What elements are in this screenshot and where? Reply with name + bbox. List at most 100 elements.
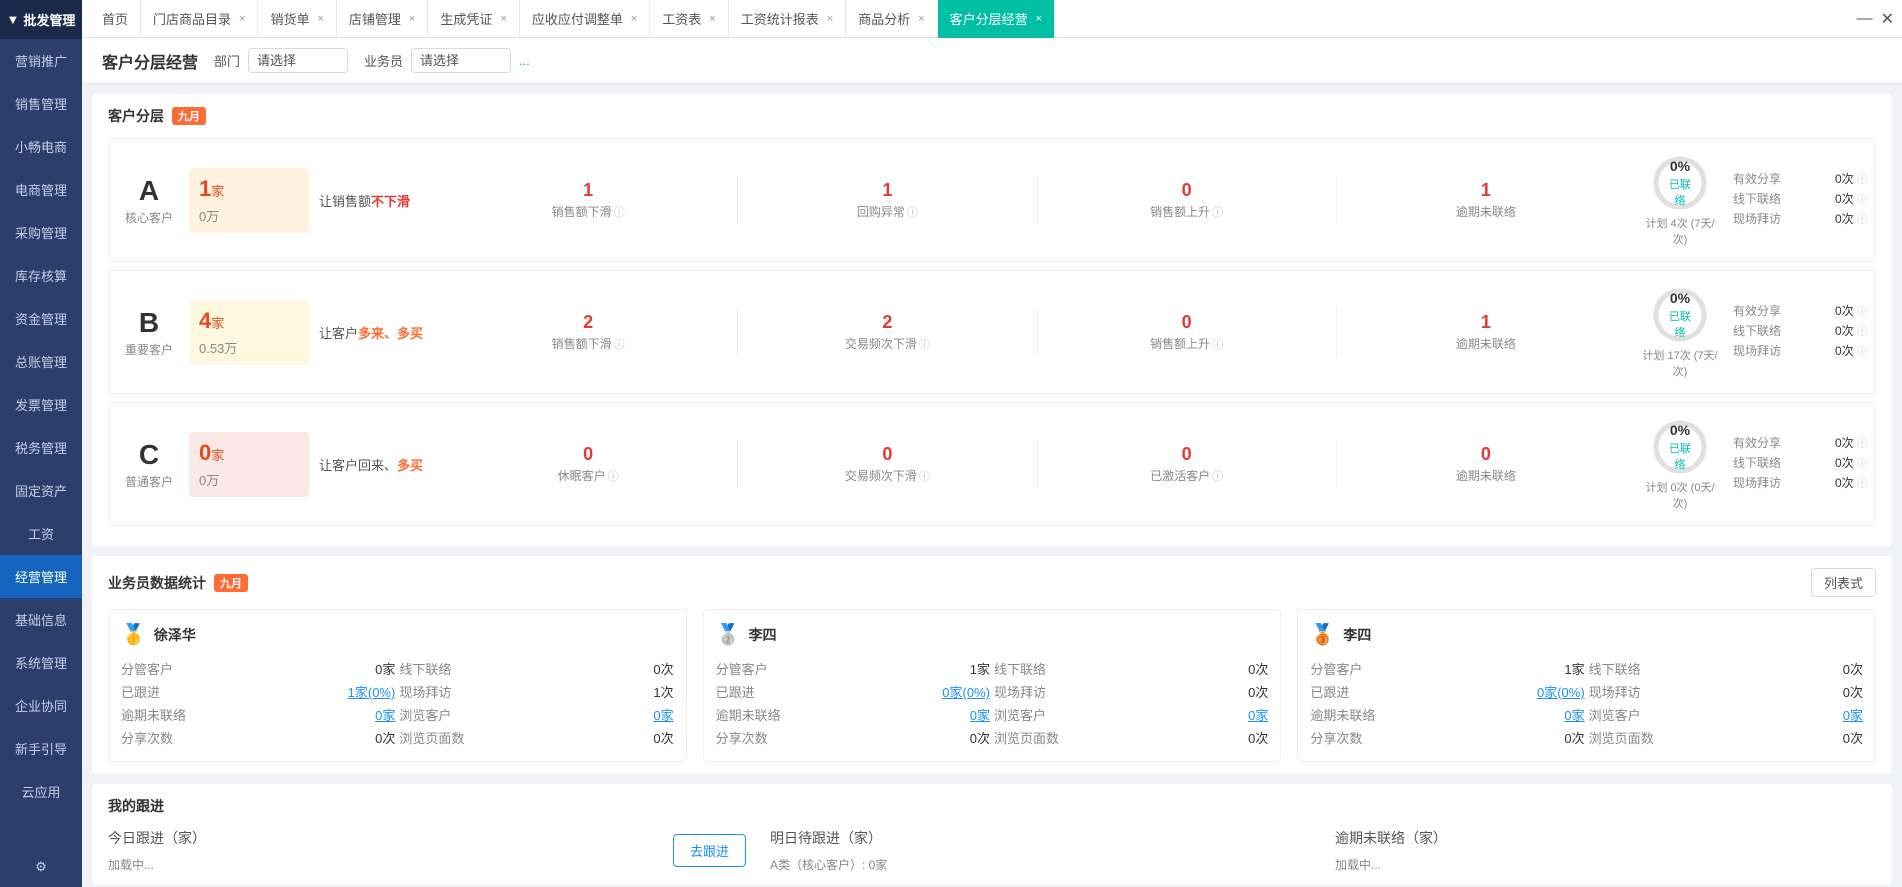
medal-icon: 🥉 [1310,622,1335,647]
list-view-button[interactable]: 列表式 [1811,568,1876,597]
stat-block[interactable]: 1销售额下滑 ⓘ [439,176,738,224]
sidebar-item-固定资产[interactable]: 固定资产 [0,469,82,512]
sidebar-item-销售管理[interactable]: 销售管理 [0,82,82,125]
tab-close-icon-商品分析[interactable]: × [918,13,924,25]
tab-店铺管理[interactable]: 店铺管理× [337,0,428,38]
stat-block[interactable]: 0逾期未联络 [1337,440,1635,488]
tier-circle-C: 0% 已联络 计划 0次 (0天/次) [1635,413,1725,515]
sidebar-settings[interactable]: ⚙ [0,847,82,887]
sidebar-item-采购管理[interactable]: 采购管理 [0,211,82,254]
sidebar-item-新手引导[interactable]: 新手引导 [0,727,82,770]
followup-section: 我的跟进 今日跟进（家） 加载中... 去跟进 明日待跟进（家） A类（核心客户… [92,784,1892,885]
sidebar-logo: ▼ [7,12,20,27]
stat-block[interactable]: 2交易频次下滑 ⓘ [738,308,1037,356]
tier-right-stats-A: 有效分享0次 ⓘ线下联络0次 ⓘ现场拜访0次 ⓘ [1725,166,1875,234]
tab-action-minimize[interactable]: — [1857,10,1873,28]
tab-close-icon-店铺管理[interactable]: × [409,13,415,25]
biz-stat-row: 线下联络0次 [994,657,1268,680]
stat-block[interactable]: 1回购异常 ⓘ [738,176,1037,224]
sidebar-item-云应用[interactable]: 云应用 [0,770,82,813]
sidebar-item-经营管理[interactable]: 经营管理 [0,555,82,598]
sidebar-item-系统管理[interactable]: 系统管理 [0,641,82,684]
tier-action-B: 让客户多来、多买 [309,323,439,342]
filter-more[interactable]: ... [519,53,530,68]
sidebar-item-税务管理[interactable]: 税务管理 [0,426,82,469]
biz-stats-left: 分管客户0家已跟进1家(0%)逾期未联络0家分享次数0次 [121,657,395,749]
stat-block[interactable]: 2销售额下滑 ⓘ [439,308,738,356]
biz-person-card: 🥈李四分管客户1家已跟进0家(0%)逾期未联络0家分享次数0次线下联络0次现场拜… [703,609,1282,762]
tier-label-C: C普通客户 [109,439,189,490]
tomorrow-followup-title: 明日待跟进（家） [770,828,1311,848]
stat-block[interactable]: 0交易频次下滑 ⓘ [738,440,1037,488]
tab-actions: — ✕ [1857,9,1894,29]
customer-month-badge: 九月 [172,107,206,125]
biz-stats-left: 分管客户1家已跟进0家(0%)逾期未联络0家分享次数0次 [1310,657,1584,749]
followup-title: 我的跟进 [108,796,1876,816]
biz-stat-row: 分管客户1家 [1310,657,1584,680]
sidebar-item-企业协同[interactable]: 企业协同 [0,684,82,727]
tab-应收应付调整单[interactable]: 应收应付调整单× [520,0,650,38]
page-title: 客户分层经营 [102,49,198,73]
biz-stats-right: 线下联络0次现场拜访0次浏览客户0家浏览页面数0次 [994,657,1268,749]
stat-block[interactable]: 0销售额上升 ⓘ [1038,308,1337,356]
sidebar-item-电商管理[interactable]: 电商管理 [0,168,82,211]
tab-销货单[interactable]: 销货单× [258,0,336,38]
tab-action-close[interactable]: ✕ [1881,9,1894,29]
today-followup-title: 今日跟进（家） [108,828,649,848]
biz-stat-row: 逾期未联络0家 [121,703,395,726]
sidebar-item-工资[interactable]: 工资 [0,512,82,555]
tier-count-C[interactable]: 0家 0万 [189,432,309,497]
sidebar-item-总账管理[interactable]: 总账管理 [0,340,82,383]
tier-count-A[interactable]: 1家 0万 [189,168,309,233]
tab-close-icon-销货单[interactable]: × [317,13,323,25]
sidebar-item-发票管理[interactable]: 发票管理 [0,383,82,426]
tab-close-icon-客户分层经营[interactable]: × [1036,13,1042,25]
tier-stats-A: 1销售额下滑 ⓘ1回购异常 ⓘ0销售额上升 ⓘ1逾期未联络 [439,176,1635,224]
tab-工资统计报表[interactable]: 工资统计报表× [729,0,846,38]
biz-stats-right: 线下联络0次现场拜访0次浏览客户0家浏览页面数0次 [1589,657,1863,749]
stat-block[interactable]: 1逾期未联络 [1337,308,1635,356]
biz-stat-row: 分享次数0次 [121,726,395,749]
biz-person-name: 🥈李四 [716,622,1269,647]
tab-首页[interactable]: 首页 [90,0,141,38]
sidebar-item-库存核算[interactable]: 库存核算 [0,254,82,297]
biz-section: 业务员数据统计 九月 列表式 🥇徐泽华分管客户0家已跟进1家(0%)逾期未联络0… [92,556,1892,774]
tab-close-icon-工资表[interactable]: × [709,13,715,25]
biz-stats-grid: 分管客户1家已跟进0家(0%)逾期未联络0家分享次数0次线下联络0次现场拜访0次… [1310,657,1863,749]
tab-close-icon-工资统计报表[interactable]: × [827,13,833,25]
tab-close-icon-生成凭证[interactable]: × [500,13,506,25]
biz-stats-grid: 分管客户0家已跟进1家(0%)逾期未联络0家分享次数0次线下联络0次现场拜访1次… [121,657,674,749]
biz-stats-left: 分管客户1家已跟进0家(0%)逾期未联络0家分享次数0次 [716,657,990,749]
tier-label-A: A核心客户 [109,175,189,226]
sidebar-item-营销推广[interactable]: 营销推广 [0,39,82,82]
tier-count-B[interactable]: 4家 0.53万 [189,300,309,365]
tab-工资表[interactable]: 工资表× [650,0,728,38]
tab-客户分层经营[interactable]: 客户分层经营× [938,0,1055,38]
tab-商品分析[interactable]: 商品分析× [846,0,937,38]
tier-circle-B: 0% 已联络 计划 17次 (7天/次) [1635,281,1725,383]
tab-bar: 首页门店商品目录×销货单×店铺管理×生成凭证×应收应付调整单×工资表×工资统计报… [82,0,1902,38]
medal-icon: 🥇 [121,622,146,647]
tab-门店商品目录[interactable]: 门店商品目录× [141,0,258,38]
today-followup: 今日跟进（家） 加载中... [108,828,649,873]
sidebar-item-小畅电商[interactable]: 小畅电商 [0,125,82,168]
biz-stat-row: 逾期未联络0家 [1310,703,1584,726]
tab-close-icon-门店商品目录[interactable]: × [239,13,245,25]
biz-stat-row: 线下联络0次 [399,657,673,680]
stat-block[interactable]: 0已激活客户 ⓘ [1038,440,1337,488]
goto-followup-button[interactable]: 去跟进 [673,834,746,867]
sidebar-top-label[interactable]: ▼ 批发管理 [0,0,82,39]
tab-生成凭证[interactable]: 生成凭证× [428,0,519,38]
stat-block[interactable]: 1逾期未联络 [1337,176,1635,224]
dept-select[interactable]: 请选择 [248,48,348,73]
tier-row-B: B重要客户 4家 0.53万 让客户多来、多买2销售额下滑 ⓘ2交易频次下滑 ⓘ… [108,270,1876,394]
sidebar-item-资金管理[interactable]: 资金管理 [0,297,82,340]
sidebar-item-基础信息[interactable]: 基础信息 [0,598,82,641]
biz-section-title: 业务员数据统计 九月 列表式 [108,568,1876,597]
stat-block[interactable]: 0休眠客户 ⓘ [439,440,738,488]
dept-label: 部门 [214,51,240,70]
biz-select[interactable]: 请选择 [411,48,511,73]
customer-section: 客户分层 九月 A核心客户 1家 0万 让销售额不下滑1销售额下滑 ⓘ1回购异常… [92,94,1892,546]
tab-close-icon-应收应付调整单[interactable]: × [631,13,637,25]
stat-block[interactable]: 0销售额上升 ⓘ [1038,176,1337,224]
